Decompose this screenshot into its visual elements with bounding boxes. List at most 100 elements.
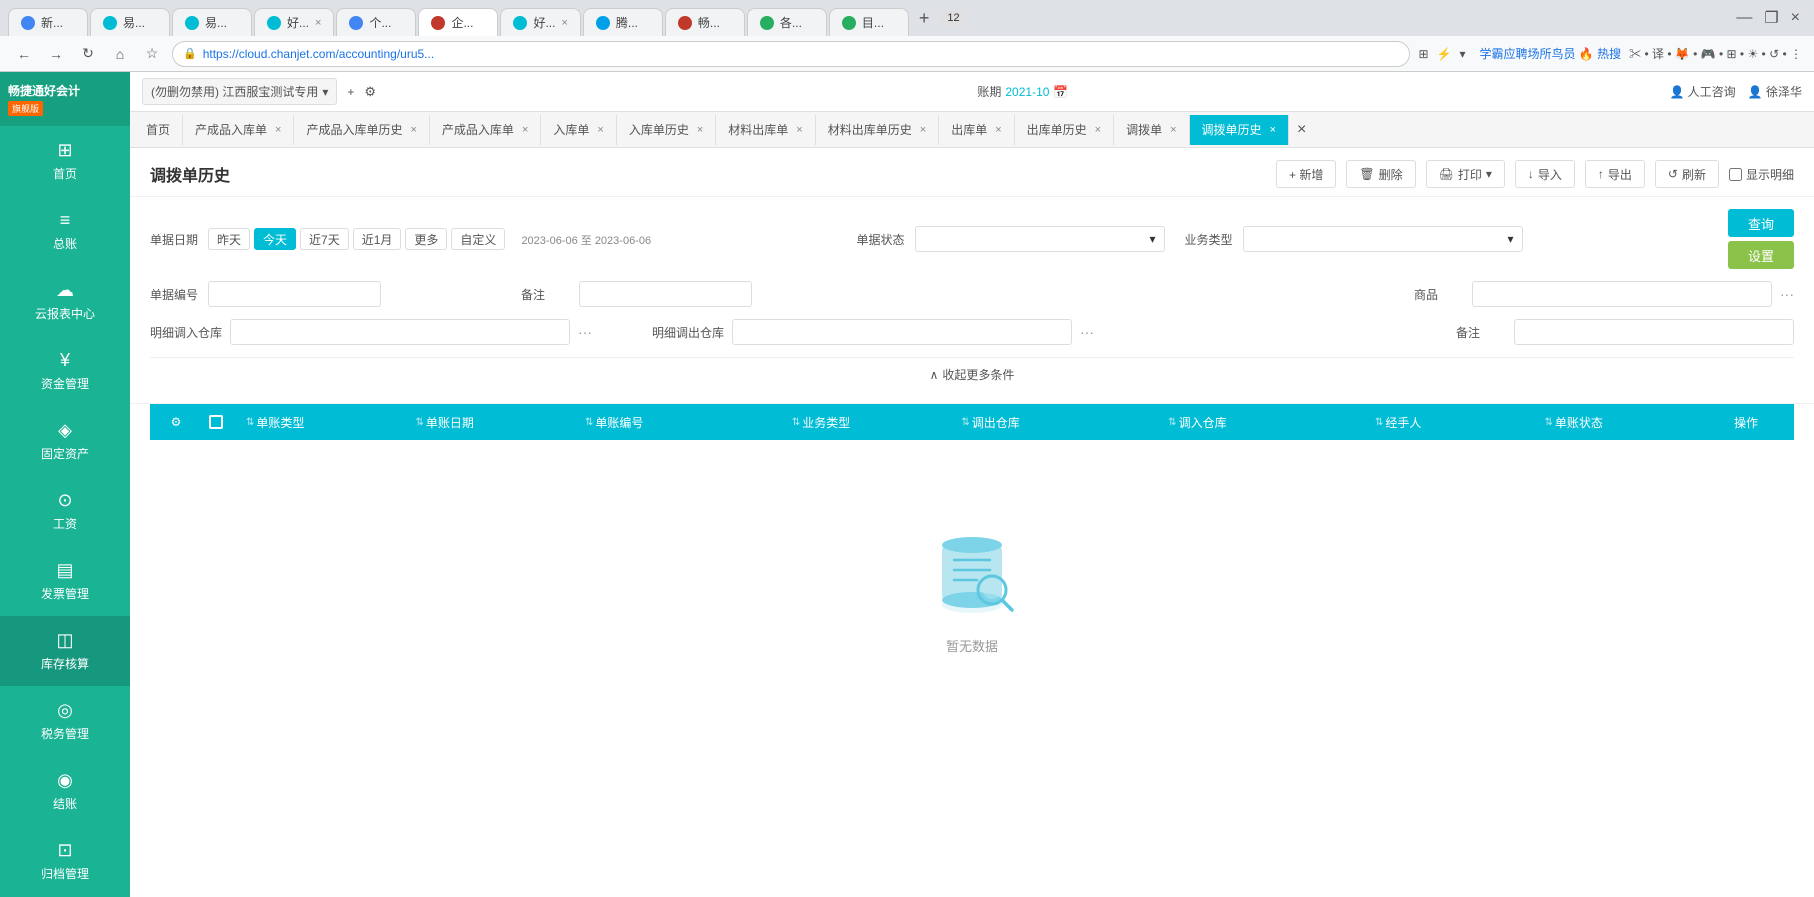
table-col-check[interactable] [198,415,234,429]
sidebar-item-invoice[interactable]: ▤ 发票管理 [0,546,130,616]
url-input[interactable]: 🔒 https://cloud.chanjet.com/accounting/u… [172,41,1410,67]
service-button[interactable]: 👤 人工咨询 [1670,83,1736,100]
app-tab-stock-out-hist[interactable]: 出库单历史 × [1015,115,1114,145]
settings-gear-icon[interactable]: ⚙ [364,84,376,100]
close-all-tabs-icon[interactable]: × [1297,121,1306,139]
sidebar-item-fixed-assets[interactable]: ◈ 固定资产 [0,406,130,476]
table-col-date[interactable]: ⇅ 单账日期 [407,414,572,431]
new-button[interactable]: + 新增 [1276,160,1336,188]
sidebar-item-archive[interactable]: ⊡ 归档管理 [0,826,130,896]
close-app-tab-product-in2-icon[interactable]: × [522,124,528,136]
status-select[interactable]: ▾ [915,226,1165,252]
close-app-tab-stock-in-icon[interactable]: × [597,124,603,136]
close-app-tab-product-in-icon[interactable]: × [275,124,281,136]
app-tab-stock-out[interactable]: 出库单 × [939,115,1014,145]
app-tab-product-in-hist[interactable]: 产成品入库单历史 × [294,115,429,145]
collapse-button[interactable]: ∧ 收起更多条件 [150,362,1794,387]
detail-out-ellipsis-icon[interactable]: ··· [1080,324,1094,340]
table-col-status[interactable]: ⇅ 单账状态 [1537,414,1702,431]
close-tab-4-icon[interactable]: × [315,17,321,29]
date-btn-today[interactable]: 今天 [254,228,296,250]
browser-tab-3[interactable]: 易... [172,8,252,36]
browser-tab-8[interactable]: 腾... [583,8,663,36]
sidebar-item-closing[interactable]: ◉ 结账 [0,756,130,826]
sidebar-logo[interactable]: 畅捷通好会计 旗舰版 [0,72,130,126]
date-btn-1month[interactable]: 近1月 [353,228,402,250]
settings-query-button[interactable]: 设置 [1728,241,1794,269]
table-col-biz[interactable]: ⇅ 业务类型 [784,414,949,431]
close-app-tab-transfer-icon[interactable]: × [1170,124,1176,136]
sidebar-item-report[interactable]: ☁ 云报表中心 [0,266,130,336]
minimize-button[interactable]: — [1730,9,1758,27]
home-button[interactable]: ⌂ [108,42,132,66]
reload-button[interactable]: ↻ [76,42,100,66]
sidebar-item-tax[interactable]: ◎ 税务管理 [0,686,130,756]
new-tab-button[interactable]: + [911,8,938,29]
close-browser-button[interactable]: × [1785,9,1806,27]
date-btn-custom[interactable]: 自定义 [451,228,505,250]
close-app-tab-transfer-hist-icon[interactable]: × [1270,124,1276,136]
print-button[interactable]: 🖨 打印 ▾ [1426,160,1505,188]
bookmark-button[interactable]: ☆ [140,42,164,66]
remark2-input[interactable] [1514,319,1794,345]
close-app-tab-material-out-hist-icon[interactable]: × [920,124,926,136]
tab-count[interactable]: 12 [941,10,965,26]
import-button[interactable]: ↓ 导入 [1515,160,1575,188]
table-col-type[interactable]: ⇅ 单账类型 [238,414,403,431]
app-tab-stock-in[interactable]: 入库单 × [541,115,616,145]
sidebar-item-finance[interactable]: ¥ 资金管理 [0,336,130,406]
query-button[interactable]: 查询 [1728,209,1794,237]
select-all-checkbox[interactable] [209,415,223,429]
add-company-btn[interactable]: + [347,85,354,99]
close-app-tab-stock-in-hist-icon[interactable]: × [697,124,703,136]
table-col-out-wh[interactable]: ⇅ 调出仓库 [953,414,1156,431]
detail-out-input[interactable] [732,319,1072,345]
sidebar-item-home[interactable]: ⊞ 首页 [0,126,130,196]
browser-tab-4[interactable]: 好... × [254,8,334,36]
export-button[interactable]: ↑ 导出 [1585,160,1645,188]
docnum-input[interactable] [208,281,381,307]
app-tab-material-out[interactable]: 材料出库单 × [716,115,815,145]
back-button[interactable]: ← [12,42,36,66]
app-tab-stock-in-hist[interactable]: 入库单历史 × [617,115,716,145]
detail-in-ellipsis-icon[interactable]: ··· [578,324,592,340]
goods-ellipsis-icon[interactable]: ··· [1780,286,1794,302]
app-tab-product-in2[interactable]: 产成品入库单 × [430,115,541,145]
browser-tab-5[interactable]: 个... [336,8,416,36]
browser-tab-6[interactable]: 企... [418,8,498,36]
close-tab-7-icon[interactable]: × [561,17,567,29]
close-app-tab-product-in-hist-icon[interactable]: × [410,124,416,136]
app-tab-transfer[interactable]: 调拨单 × [1114,115,1189,145]
app-tab-material-out-hist[interactable]: 材料出库单历史 × [816,115,939,145]
app-tab-transfer-hist[interactable]: 调拨单历史 × [1190,115,1289,145]
table-col-handler[interactable]: ⇅ 经手人 [1367,414,1532,431]
display-detail-checkbox[interactable] [1729,168,1742,181]
display-detail-checkbox-label[interactable]: 显示明细 [1729,166,1794,183]
delete-button[interactable]: 🗑 删除 [1346,160,1415,188]
detail-in-input[interactable] [230,319,570,345]
browser-tab-2[interactable]: 易... [90,8,170,36]
close-app-tab-material-out-icon[interactable]: × [796,124,802,136]
browser-tab-7[interactable]: 好... × [500,8,580,36]
browser-tab-10[interactable]: 各... [747,8,827,36]
calendar-icon[interactable]: 📅 [1053,85,1068,99]
close-app-tab-stock-out-icon[interactable]: × [995,124,1001,136]
sidebar-item-inventory[interactable]: ◫ 库存核算 [0,616,130,686]
table-col-num[interactable]: ⇅ 单账编号 [577,414,780,431]
app-tab-home[interactable]: 首页 [134,115,183,145]
date-btn-yesterday[interactable]: 昨天 [208,228,250,250]
user-button[interactable]: 👤 徐泽华 [1748,83,1802,100]
date-btn-more[interactable]: 更多 [405,228,447,250]
browser-tab-11[interactable]: 目... [829,8,909,36]
maximize-button[interactable]: ❐ [1758,8,1784,28]
close-app-tab-stock-out-hist-icon[interactable]: × [1095,124,1101,136]
company-selector[interactable]: (勿删勿禁用) 江西服宝测试专用 ▾ [142,78,337,105]
table-col-gear[interactable]: ⚙ [158,415,194,429]
sidebar-item-ledger[interactable]: ≡ 总账 [0,196,130,266]
refresh-button[interactable]: ↺ 刷新 [1655,160,1719,188]
app-tab-product-in[interactable]: 产成品入库单 × [183,115,294,145]
browser-tab-1[interactable]: 新... [8,8,88,36]
sidebar-item-payroll[interactable]: ⊙ 工资 [0,476,130,546]
browser-tab-9[interactable]: 畅... [665,8,745,36]
goods-input[interactable] [1472,281,1772,307]
